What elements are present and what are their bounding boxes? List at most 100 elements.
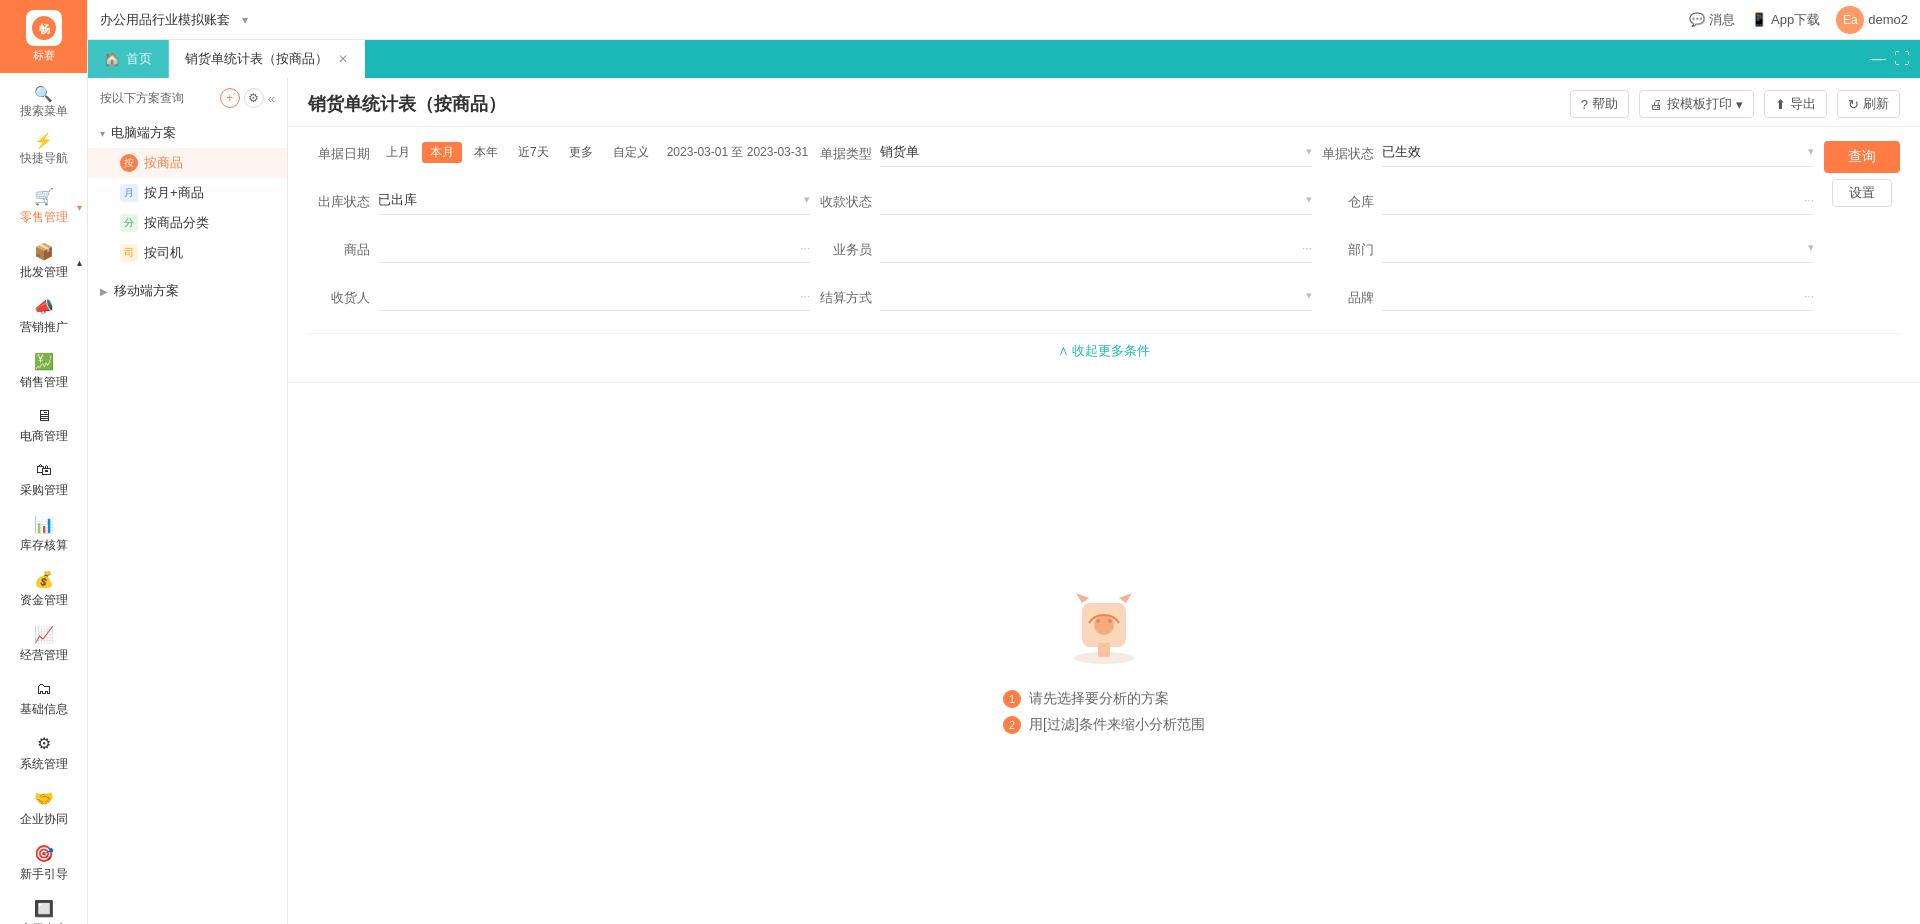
page-title-actions: ? 帮助 🖨 按模板打印 ▾ ⬆ 导出 ↻ 刷新 [1570, 90, 1900, 118]
page-title: 销货单统计表（按商品） [308, 92, 506, 116]
department-label: 部门 [1312, 241, 1382, 259]
scheme-icon-product: 按 [120, 154, 138, 172]
date-btn-last-month[interactable]: 上月 [378, 142, 418, 163]
help-icon: ? [1581, 97, 1588, 112]
tab-minimize-icon[interactable]: — [1870, 50, 1886, 68]
doc-status-label: 单据状态 [1312, 145, 1382, 163]
warehouse-label: 仓库 [1312, 193, 1382, 211]
avatar: Ea [1836, 6, 1864, 34]
tree-child-by-month-product[interactable]: 月 按月+商品 [88, 178, 287, 208]
sidebar-item-marketing[interactable]: 📣 营销推广 [0, 289, 88, 344]
sidebar-item-finance[interactable]: 💰 资金管理 [0, 562, 88, 617]
tree-node-desktop[interactable]: ▾ 电脑端方案 [88, 118, 287, 148]
sidebar-item-enterprise[interactable]: 🤝 企业协同 [0, 781, 88, 836]
sidebar-logo: 畅 标赛 [0, 0, 88, 73]
app-download-button[interactable]: 📱 App下载 [1751, 11, 1820, 29]
sidebar-item-system[interactable]: ⚙ 系统管理 [0, 726, 88, 781]
date-btn-this-month[interactable]: 本月 [422, 142, 462, 163]
filter-cell-doc-status: 单据状态 已生效 ▾ [1312, 141, 1814, 177]
sidebar-item-sales[interactable]: 💹 销售管理 [0, 344, 88, 399]
brand-value[interactable]: ··· [1382, 285, 1814, 311]
tree-child-by-product[interactable]: 按 按商品 [88, 148, 287, 178]
right-content: 销货单统计表（按商品） ? 帮助 🖨 按模板打印 ▾ ⬆ 导出 [288, 78, 1920, 924]
out-status-value[interactable]: 已出库 ▾ [378, 189, 810, 215]
retail-icon: 🛒 [34, 187, 54, 206]
template-print-button[interactable]: 🖨 按模板打印 ▾ [1639, 90, 1754, 118]
filter-cell-consignee: 收货人 ··· [308, 285, 810, 321]
sidebar-item-purchase[interactable]: 🛍 采购管理 [0, 453, 88, 507]
sidebar-logo-text: 标赛 [33, 48, 55, 63]
page-content: 按以下方案查询 + ⚙ « ▾ 电脑端方案 按 [88, 78, 1920, 924]
tab-close-icon[interactable]: ✕ [338, 52, 348, 66]
sidebar-item-wholesale[interactable]: 📦 批发管理 ▴ [0, 234, 88, 289]
sidebar-item-retail[interactable]: 🛒 零售管理 ▾ [0, 179, 88, 234]
tab-maximize-icon[interactable]: ⛶ [1894, 50, 1910, 68]
department-value[interactable]: ▾ [1382, 237, 1814, 263]
consignee-label: 收货人 [308, 289, 378, 307]
date-btn-7days[interactable]: 近7天 [510, 142, 557, 163]
tabbar-right: — ⛶ [1860, 40, 1920, 78]
doc-type-value[interactable]: 销货单 ▾ [880, 141, 1312, 167]
consignee-value[interactable]: ··· [378, 285, 810, 311]
print-icon: 🖨 [1650, 97, 1663, 112]
wholesale-icon: 📦 [34, 242, 54, 261]
filter-cell-warehouse: 仓库 ··· [1312, 189, 1814, 225]
doc-status-value[interactable]: 已生效 ▾ [1382, 141, 1814, 167]
date-btn-custom[interactable]: 自定义 [605, 142, 657, 163]
enterprise-icon: 🤝 [34, 789, 54, 808]
svg-point-7 [1096, 619, 1100, 623]
payment-value[interactable]: ▾ [880, 285, 1312, 311]
ecommerce-icon: 🖥 [36, 407, 52, 425]
empty-tip-1: 1 请先选择要分析的方案 [1003, 690, 1205, 708]
tree-arrow-desktop: ▾ [100, 128, 105, 139]
tip-num-1: 1 [1003, 690, 1021, 708]
department-arrow: ▾ [1808, 241, 1814, 254]
refresh-button[interactable]: ↻ 刷新 [1837, 90, 1900, 118]
tree-section-desktop: ▾ 电脑端方案 按 按商品 月 按月+商品 分 按商品分类 司 按司机 [88, 114, 287, 272]
collapse-panel-button[interactable]: « [268, 91, 275, 106]
receipt-status-value[interactable]: ▾ [880, 189, 1312, 215]
query-button[interactable]: 查询 [1824, 141, 1900, 173]
tree-node-mobile[interactable]: ▶ 移动端方案 [88, 276, 287, 306]
marketing-icon: 📣 [34, 297, 54, 316]
sidebar-quick-nav[interactable]: ⚡ 快捷导航 [20, 126, 68, 171]
sidebar-item-apps[interactable]: 🔲 应用中心 [0, 891, 88, 924]
export-button[interactable]: ⬆ 导出 [1764, 90, 1827, 118]
filter-cell-date: 单据日期 上月 本月 本年 近7天 更多 自定义 2023-03-01 至 20… [308, 141, 810, 177]
sidebar-item-inventory[interactable]: 📊 库存核算 [0, 507, 88, 562]
topbar-title: 办公用品行业模拟账套 [100, 11, 230, 29]
tree-child-by-driver[interactable]: 司 按司机 [88, 238, 287, 268]
export-icon: ⬆ [1775, 97, 1786, 112]
sidebar-search[interactable]: 🔍 搜索菜单 [20, 73, 68, 126]
sidebar-item-operations[interactable]: 📈 经营管理 [0, 617, 88, 672]
help-button[interactable]: ? 帮助 [1570, 90, 1629, 118]
topbar-dropdown-arrow[interactable]: ▾ [242, 13, 248, 27]
filter-cell-brand: 品牌 ··· [1312, 285, 1814, 321]
tab-home[interactable]: 🏠 首页 [88, 40, 169, 78]
sidebar-item-ecommerce[interactable]: 🖥 电商管理 [0, 399, 88, 453]
product-value[interactable]: ··· [378, 237, 810, 263]
filter-cell-out-status: 出库状态 已出库 ▾ [308, 189, 810, 225]
tree-child-by-category[interactable]: 分 按商品分类 [88, 208, 287, 238]
settings-scheme-button[interactable]: ⚙ [244, 88, 264, 108]
main-area: 办公用品行业模拟账套 ▾ 💬 消息 📱 App下载 Ea demo2 🏠 首页 [88, 0, 1920, 924]
left-panel: 按以下方案查询 + ⚙ « ▾ 电脑端方案 按 [88, 78, 288, 924]
topbar-right: 💬 消息 📱 App下载 Ea demo2 [1689, 6, 1908, 34]
operations-icon: 📈 [34, 625, 54, 644]
warehouse-value[interactable]: ··· [1382, 189, 1814, 215]
scheme-icon-month-product: 月 [120, 184, 138, 202]
message-button[interactable]: 💬 消息 [1689, 11, 1735, 29]
collapse-conditions-button[interactable]: ∧ 收起更多条件 [308, 333, 1900, 368]
settings-button[interactable]: 设置 [1832, 179, 1892, 207]
add-scheme-button[interactable]: + [220, 88, 240, 108]
sidebar-item-basics[interactable]: 🗂 基础信息 [0, 672, 88, 726]
date-btn-more[interactable]: 更多 [561, 142, 601, 163]
sidebar-item-guide[interactable]: 🎯 新手引导 [0, 836, 88, 891]
out-status-label: 出库状态 [308, 193, 378, 211]
user-menu[interactable]: Ea demo2 [1836, 6, 1908, 34]
date-btn-this-year[interactable]: 本年 [466, 142, 506, 163]
tab-sales-stats[interactable]: 销货单统计表（按商品） ✕ [169, 40, 365, 78]
salesman-value[interactable]: ··· [880, 237, 1312, 263]
product-label: 商品 [308, 241, 378, 259]
empty-tip-2: 2 用[过滤]条件来缩小分析范围 [1003, 716, 1205, 734]
